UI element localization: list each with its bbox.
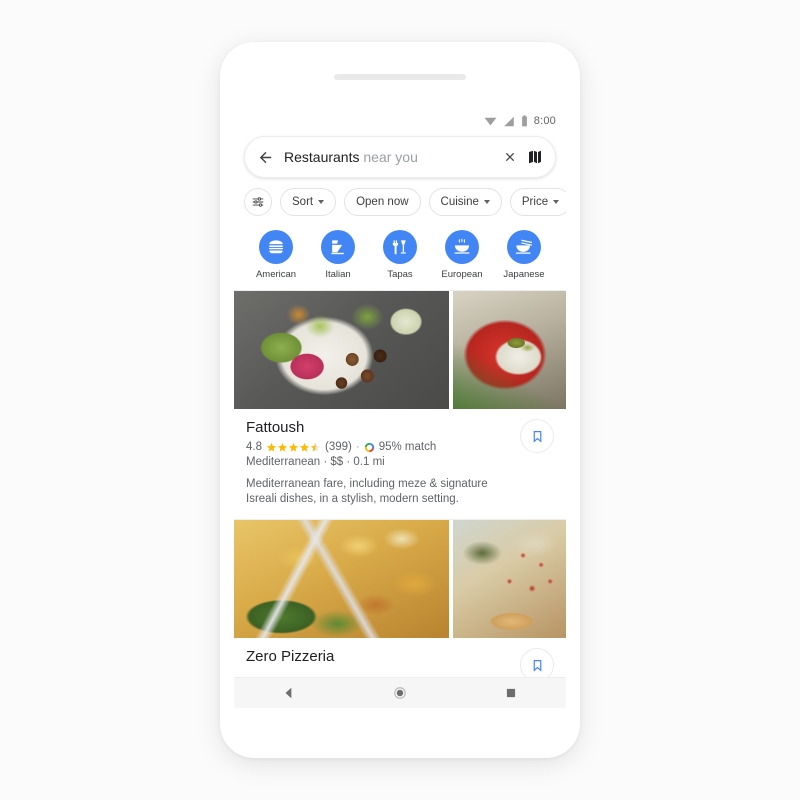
soup-bowl-icon <box>454 238 470 254</box>
search-query-main: Restaurants <box>284 149 360 165</box>
category-label: American <box>255 269 297 280</box>
category-label: Tapas <box>387 269 413 280</box>
status-bar-time: 8:00 <box>533 115 556 127</box>
star-half-icon <box>310 442 321 452</box>
chip-label: Price <box>521 196 549 208</box>
mezze-platter-photo[interactable] <box>234 291 449 409</box>
search-bar[interactable]: Restaurants near you <box>244 136 556 178</box>
listing-zero-pizzeria[interactable]: Zero Pizzeria <box>234 638 566 682</box>
close-icon[interactable] <box>503 150 517 164</box>
filter-tune-chip[interactable] <box>244 188 272 216</box>
sausage-pizza-photo[interactable] <box>453 520 566 638</box>
category-american[interactable]: American <box>248 230 304 280</box>
search-bar-container: Restaurants near you <box>234 132 566 178</box>
listing-description: Mediterranean fare, including meze & sig… <box>246 478 488 505</box>
stuffed-red-pepper-photo[interactable] <box>453 291 566 409</box>
listing-meta: Mediterranean · $$ · 0.1 mi <box>246 456 385 468</box>
chevron-down-icon <box>318 200 325 204</box>
screenshot-stage: 8:00 Restaurants near you Sort Open now … <box>0 0 800 800</box>
sheet-pizza-photo[interactable] <box>234 520 449 638</box>
category-bubble <box>507 230 541 264</box>
phone-frame: 8:00 Restaurants near you Sort Open now … <box>220 42 580 758</box>
listing-title: Fattoush <box>246 419 305 436</box>
android-nav-bar[interactable] <box>234 677 566 708</box>
save-button[interactable] <box>520 419 554 453</box>
chip-cuisine[interactable]: Cuisine <box>428 188 502 216</box>
star-full-icon <box>288 442 299 452</box>
rating-separator: · <box>355 441 360 453</box>
chip-label: Open now <box>356 196 409 208</box>
listing-fattoush[interactable]: Fattoush 4.8 (399) · 95% match Mediterra… <box>234 409 566 520</box>
nav-recents-square-icon[interactable] <box>504 686 518 700</box>
rating-value: 4.8 <box>246 441 262 453</box>
pizza-slice-icon <box>331 240 344 255</box>
search-query-text[interactable]: Restaurants near you <box>284 149 493 165</box>
ramen-bowl-icon <box>515 239 533 254</box>
chevron-down-icon <box>483 200 490 204</box>
wifi-icon <box>484 117 497 126</box>
chip-open-now[interactable]: Open now <box>344 188 421 216</box>
chevron-down-icon <box>553 200 560 204</box>
filter-chips-row[interactable]: Sort Open now Cuisine Price T <box>234 178 566 226</box>
star-full-icon <box>299 442 310 452</box>
signal-icon <box>503 116 514 126</box>
map-icon[interactable] <box>527 149 543 165</box>
chip-price[interactable]: Price <box>509 188 566 216</box>
google-match-ring-icon <box>364 442 374 452</box>
battery-icon <box>521 115 527 127</box>
category-bubble <box>383 230 417 264</box>
earpiece-speaker <box>334 74 466 80</box>
burger-icon <box>269 240 283 254</box>
search-query-suffix: near you <box>359 149 418 165</box>
bookmark-icon <box>533 659 541 672</box>
review-count: (399) <box>325 441 352 453</box>
chip-sort[interactable]: Sort <box>280 188 337 216</box>
category-row[interactable]: American Italian Tapas European Japanese <box>234 226 566 291</box>
category-italian[interactable]: Italian <box>310 230 366 280</box>
tune-icon <box>252 197 264 207</box>
listing-title: Zero Pizzeria <box>246 648 335 665</box>
listing-photos-zero-pizzeria[interactable] <box>234 520 566 638</box>
match-percent: 95% match <box>378 441 437 453</box>
chip-label: Sort <box>292 196 314 208</box>
category-label: Italian <box>325 269 351 280</box>
nav-back-triangle-icon[interactable] <box>282 686 296 700</box>
star-rating <box>266 442 321 453</box>
star-full-icon <box>266 442 277 452</box>
category-european[interactable]: European <box>434 230 490 280</box>
nav-home-circle-icon[interactable] <box>393 686 407 700</box>
back-arrow-icon[interactable] <box>257 149 274 166</box>
category-bubble <box>445 230 479 264</box>
star-full-icon <box>277 442 288 452</box>
category-label: Japanese <box>503 269 545 280</box>
listing-rating-row: 4.8 (399) · 95% match <box>246 441 554 453</box>
category-bubble <box>321 230 355 264</box>
fork-and-wine-icon <box>392 240 406 255</box>
listing-photos-fattoush[interactable] <box>234 291 566 409</box>
category-label: European <box>441 269 483 280</box>
status-bar: 8:00 <box>234 110 566 132</box>
category-bubble <box>259 230 293 264</box>
phone-screen: 8:00 Restaurants near you Sort Open now … <box>234 110 566 708</box>
category-tapas[interactable]: Tapas <box>372 230 428 280</box>
category-japanese[interactable]: Japanese <box>496 230 552 280</box>
bookmark-icon <box>533 430 541 443</box>
chip-label: Cuisine <box>440 196 479 208</box>
